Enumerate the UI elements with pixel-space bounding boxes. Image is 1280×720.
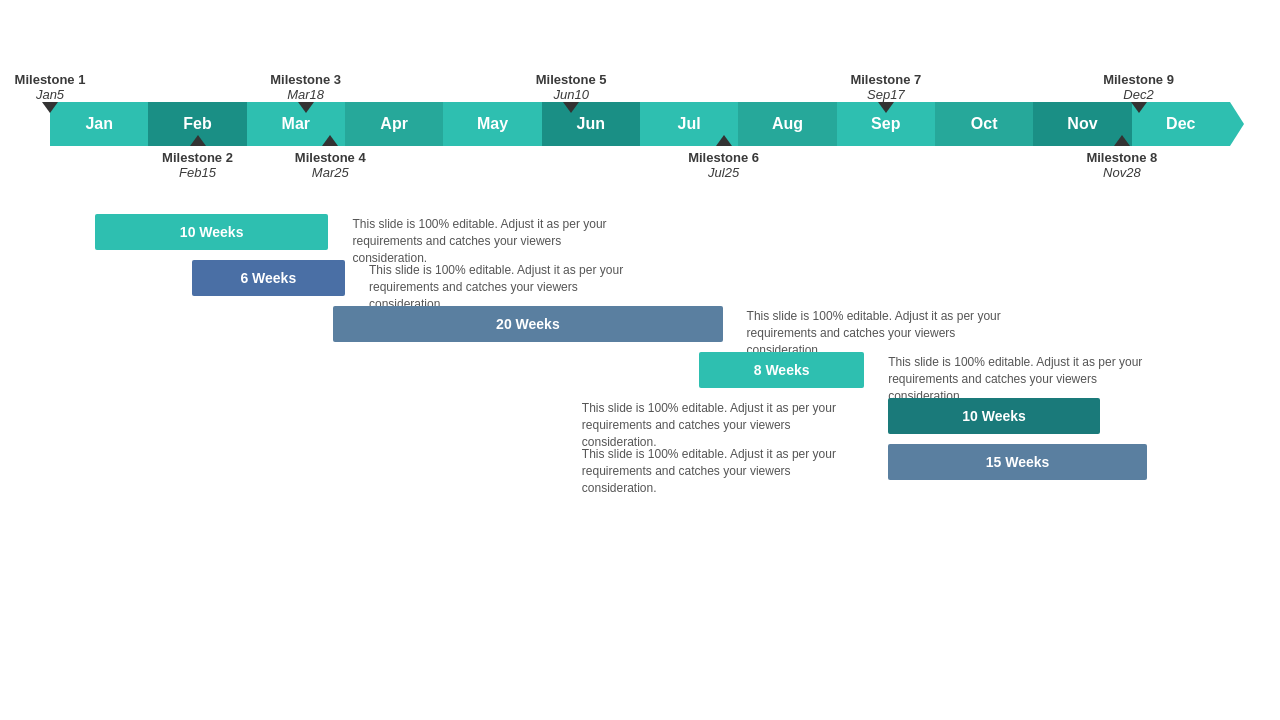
milestone-date: Jan5 bbox=[15, 87, 86, 102]
milestone-label: Milestone 3 bbox=[270, 72, 341, 87]
milestone-label: Milestone 2 bbox=[162, 150, 233, 165]
milestone-label: Milestone 9 bbox=[1103, 72, 1174, 87]
marker-below bbox=[1114, 135, 1130, 146]
milestone-below-milestone-8: Milestone 8Nov28 bbox=[1086, 150, 1157, 180]
duration-description: This slide is 100% editable. Adjust it a… bbox=[568, 400, 878, 450]
marker-below bbox=[190, 135, 206, 146]
timeline-bar: JanFebMarAprMayJunJulAugSepOctNovDec bbox=[50, 102, 1230, 146]
duration-bar: 20 Weeks bbox=[333, 306, 722, 342]
milestone-above-milestone-3: Milestone 3Mar18 bbox=[270, 72, 341, 102]
milestones-below: Milestone 2Feb15Milestone 4Mar25Mileston… bbox=[50, 146, 1230, 198]
milestone-label: Milestone 4 bbox=[295, 150, 366, 165]
milestone-date: Feb15 bbox=[162, 165, 233, 180]
duration-row-2: 20 WeeksThis slide is 100% editable. Adj… bbox=[50, 306, 1230, 342]
milestone-date: Mar18 bbox=[270, 87, 341, 102]
duration-description: This slide is 100% editable. Adjust it a… bbox=[338, 216, 648, 266]
milestone-below-milestone-2: Milestone 2Feb15 bbox=[162, 150, 233, 180]
month-cell-may: May bbox=[443, 102, 541, 146]
milestone-date: Dec2 bbox=[1103, 87, 1174, 102]
milestone-above-milestone-1: Milestone 1Jan5 bbox=[15, 72, 86, 102]
duration-bar: 8 Weeks bbox=[699, 352, 864, 388]
milestone-above-milestone-9: Milestone 9Dec2 bbox=[1103, 72, 1174, 102]
marker-above bbox=[42, 102, 58, 113]
month-cell-aug: Aug bbox=[738, 102, 836, 146]
milestone-above-milestone-7: Milestone 7Sep17 bbox=[850, 72, 921, 102]
duration-row-3: 8 WeeksThis slide is 100% editable. Adju… bbox=[50, 352, 1230, 388]
marker-above bbox=[1131, 102, 1147, 113]
milestone-date: Sep17 bbox=[850, 87, 921, 102]
month-cell-jan: Jan bbox=[50, 102, 148, 146]
milestone-date: Jun10 bbox=[536, 87, 607, 102]
duration-row-1: 6 WeeksThis slide is 100% editable. Adju… bbox=[50, 260, 1230, 296]
milestone-below-milestone-4: Milestone 4Mar25 bbox=[295, 150, 366, 180]
duration-section: 10 WeeksThis slide is 100% editable. Adj… bbox=[50, 214, 1230, 480]
milestone-label: Milestone 7 bbox=[850, 72, 921, 87]
duration-bar: 6 Weeks bbox=[192, 260, 345, 296]
milestone-label: Milestone 1 bbox=[15, 72, 86, 87]
marker-above bbox=[298, 102, 314, 113]
milestone-label: Milestone 8 bbox=[1086, 150, 1157, 165]
duration-description: This slide is 100% editable. Adjust it a… bbox=[355, 262, 665, 312]
month-cell-oct: Oct bbox=[935, 102, 1033, 146]
duration-row-4: This slide is 100% editable. Adjust it a… bbox=[50, 398, 1230, 434]
milestone-below-milestone-6: Milestone 6Jul25 bbox=[688, 150, 759, 180]
marker-below bbox=[716, 135, 732, 146]
duration-row-5: This slide is 100% editable. Adjust it a… bbox=[50, 444, 1230, 480]
month-cell-jun: Jun bbox=[542, 102, 640, 146]
duration-bar: 10 Weeks bbox=[95, 214, 329, 250]
slide: Milestone 1Jan5Milestone 3Mar18Milestone… bbox=[0, 0, 1280, 720]
marker-above bbox=[563, 102, 579, 113]
milestone-date: Jul25 bbox=[688, 165, 759, 180]
duration-bar: 10 Weeks bbox=[888, 398, 1100, 434]
milestone-label: Milestone 5 bbox=[536, 72, 607, 87]
milestone-date: Nov28 bbox=[1086, 165, 1157, 180]
timeline-area: Milestone 1Jan5Milestone 3Mar18Milestone… bbox=[50, 50, 1230, 198]
marker-below bbox=[322, 135, 338, 146]
duration-bar: 15 Weeks bbox=[888, 444, 1148, 480]
duration-description: This slide is 100% editable. Adjust it a… bbox=[733, 308, 1043, 358]
marker-above bbox=[878, 102, 894, 113]
milestone-above-milestone-5: Milestone 5Jun10 bbox=[536, 72, 607, 102]
month-cell-apr: Apr bbox=[345, 102, 443, 146]
milestones-above: Milestone 1Jan5Milestone 3Mar18Milestone… bbox=[50, 50, 1230, 102]
milestone-label: Milestone 6 bbox=[688, 150, 759, 165]
duration-row-0: 10 WeeksThis slide is 100% editable. Adj… bbox=[50, 214, 1230, 250]
duration-description: This slide is 100% editable. Adjust it a… bbox=[874, 354, 1184, 404]
milestone-date: Mar25 bbox=[295, 165, 366, 180]
duration-description: This slide is 100% editable. Adjust it a… bbox=[568, 446, 878, 496]
